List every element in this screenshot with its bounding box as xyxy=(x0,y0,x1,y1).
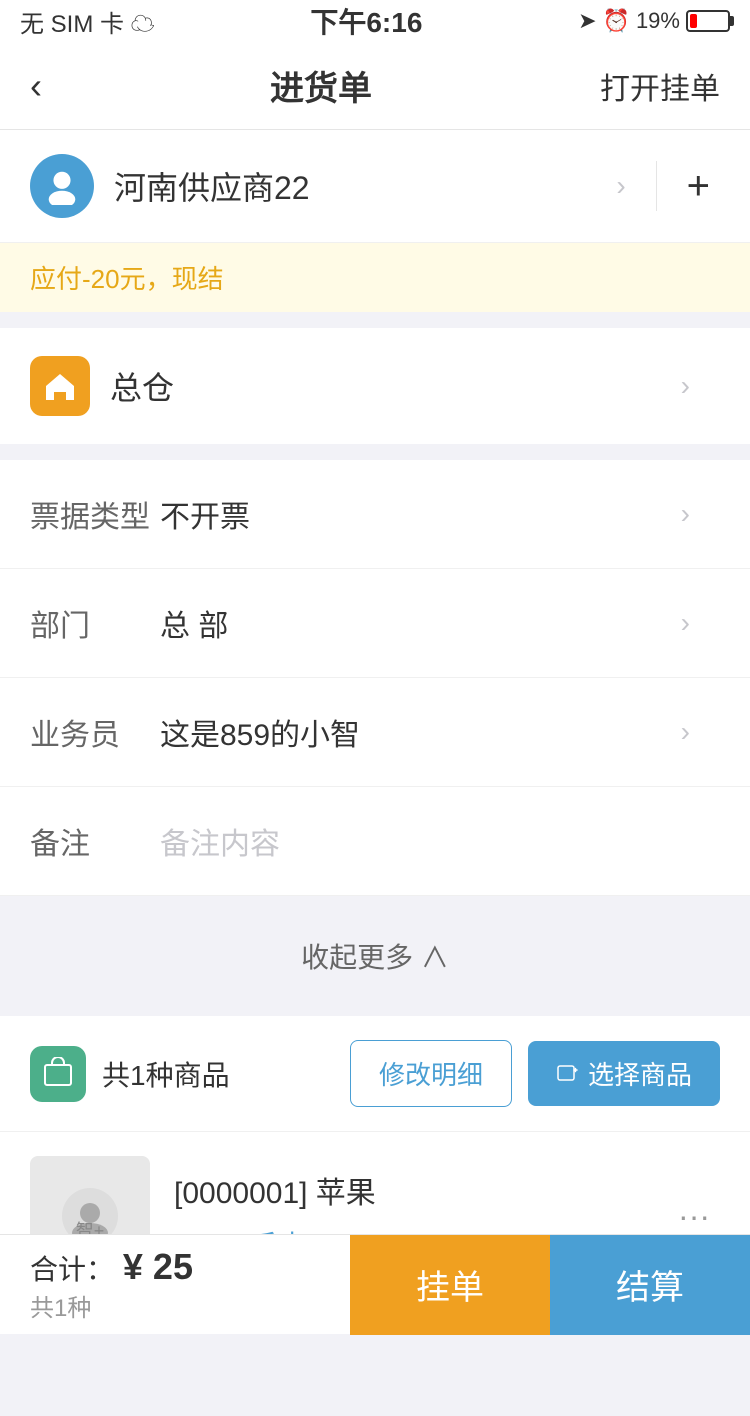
product-count-text: 共1种商品 xyxy=(102,1054,350,1094)
collapse-toggle[interactable]: 收起更多 ∧ xyxy=(0,912,750,1000)
total-value: ¥ 25 xyxy=(123,1246,193,1287)
checkout-button[interactable]: 结算 xyxy=(550,1235,750,1335)
location-icon: ➤ xyxy=(578,8,596,34)
invoice-chevron-icon: › xyxy=(681,498,690,530)
open-hang-button[interactable]: 打开挂单 xyxy=(600,64,720,108)
dept-value: 总 部 xyxy=(160,601,681,645)
remark-input[interactable]: 备注内容 xyxy=(160,819,720,863)
remark-row[interactable]: 备注 备注内容 xyxy=(0,787,750,896)
product-count-icon xyxy=(30,1046,86,1102)
user-icon xyxy=(43,167,81,205)
product-code: [0000001] xyxy=(174,1177,316,1210)
warehouse-icon xyxy=(30,356,90,416)
alarm-icon: ⏰ xyxy=(603,8,630,34)
product-header: 共1种商品 修改明细 选择商品 xyxy=(0,1016,750,1132)
nav-bar: ‹ 进货单 打开挂单 xyxy=(0,42,750,130)
invoice-value: 不开票 xyxy=(160,492,681,536)
warehouse-name: 总仓 xyxy=(110,363,681,409)
status-time: 下午6:16 xyxy=(310,1,422,41)
status-right: ➤ ⏰ 19% xyxy=(578,8,730,34)
chevron-right-icon: › xyxy=(616,170,625,202)
select-product-icon xyxy=(556,1062,580,1086)
select-product-button[interactable]: 选择商品 xyxy=(528,1041,720,1106)
cart-icon xyxy=(41,1057,75,1091)
hang-button[interactable]: 挂单 xyxy=(350,1235,550,1335)
total-section: 合计： ¥ 25 共1种 xyxy=(0,1246,350,1323)
house-icon xyxy=(42,368,78,404)
warehouse-row[interactable]: 总仓 › xyxy=(0,328,750,444)
back-button[interactable]: ‹ xyxy=(30,65,42,107)
battery-icon xyxy=(686,10,730,32)
add-supplier-button[interactable]: + xyxy=(677,164,720,209)
sim-label: 无 SIM 卡 ☁ xyxy=(20,4,155,39)
form-section: 票据类型 不开票 › 部门 总 部 › 业务员 这是859的小智 › 备注 备注… xyxy=(0,460,750,896)
product-name: 苹果 xyxy=(316,1177,376,1210)
collapse-label: 收起更多 ∧ xyxy=(301,936,449,976)
select-product-label: 选择商品 xyxy=(588,1055,692,1092)
sales-row[interactable]: 业务员 这是859的小智 › xyxy=(0,678,750,787)
remark-label: 备注 xyxy=(30,819,160,863)
warning-banner: 应付-20元，现结 xyxy=(0,243,750,312)
divider xyxy=(656,161,657,211)
dept-row[interactable]: 部门 总 部 › xyxy=(0,569,750,678)
total-label: 合计： xyxy=(30,1254,114,1285)
supplier-name: 河南供应商22 xyxy=(114,163,616,209)
status-bar: 无 SIM 卡 ☁ 下午6:16 ➤ ⏰ 19% xyxy=(0,0,750,42)
page-title: 进货单 xyxy=(270,61,372,110)
invoice-label: 票据类型 xyxy=(30,492,160,536)
invoice-row[interactable]: 票据类型 不开票 › xyxy=(0,460,750,569)
supplier-section: 河南供应商22 › + 应付-20元，现结 xyxy=(0,130,750,312)
sales-value: 这是859的小智 xyxy=(160,710,681,754)
warehouse-chevron-icon: › xyxy=(681,370,690,402)
supplier-row[interactable]: 河南供应商22 › + xyxy=(0,130,750,243)
sales-label: 业务员 xyxy=(30,710,160,754)
dept-label: 部门 xyxy=(30,601,160,645)
bottom-bar: 合计： ¥ 25 共1种 挂单 结算 xyxy=(0,1234,750,1334)
status-left: 无 SIM 卡 ☁ xyxy=(20,4,155,39)
edit-detail-button[interactable]: 修改明细 xyxy=(350,1040,512,1107)
supplier-avatar xyxy=(30,154,94,218)
dept-chevron-icon: › xyxy=(681,607,690,639)
battery-label: 19% xyxy=(636,8,680,34)
sales-chevron-icon: › xyxy=(681,716,690,748)
product-title: [0000001] 苹果 xyxy=(174,1168,668,1212)
total-count: 共1种 xyxy=(30,1288,320,1323)
total-amount: 合计： ¥ 25 xyxy=(30,1246,320,1288)
